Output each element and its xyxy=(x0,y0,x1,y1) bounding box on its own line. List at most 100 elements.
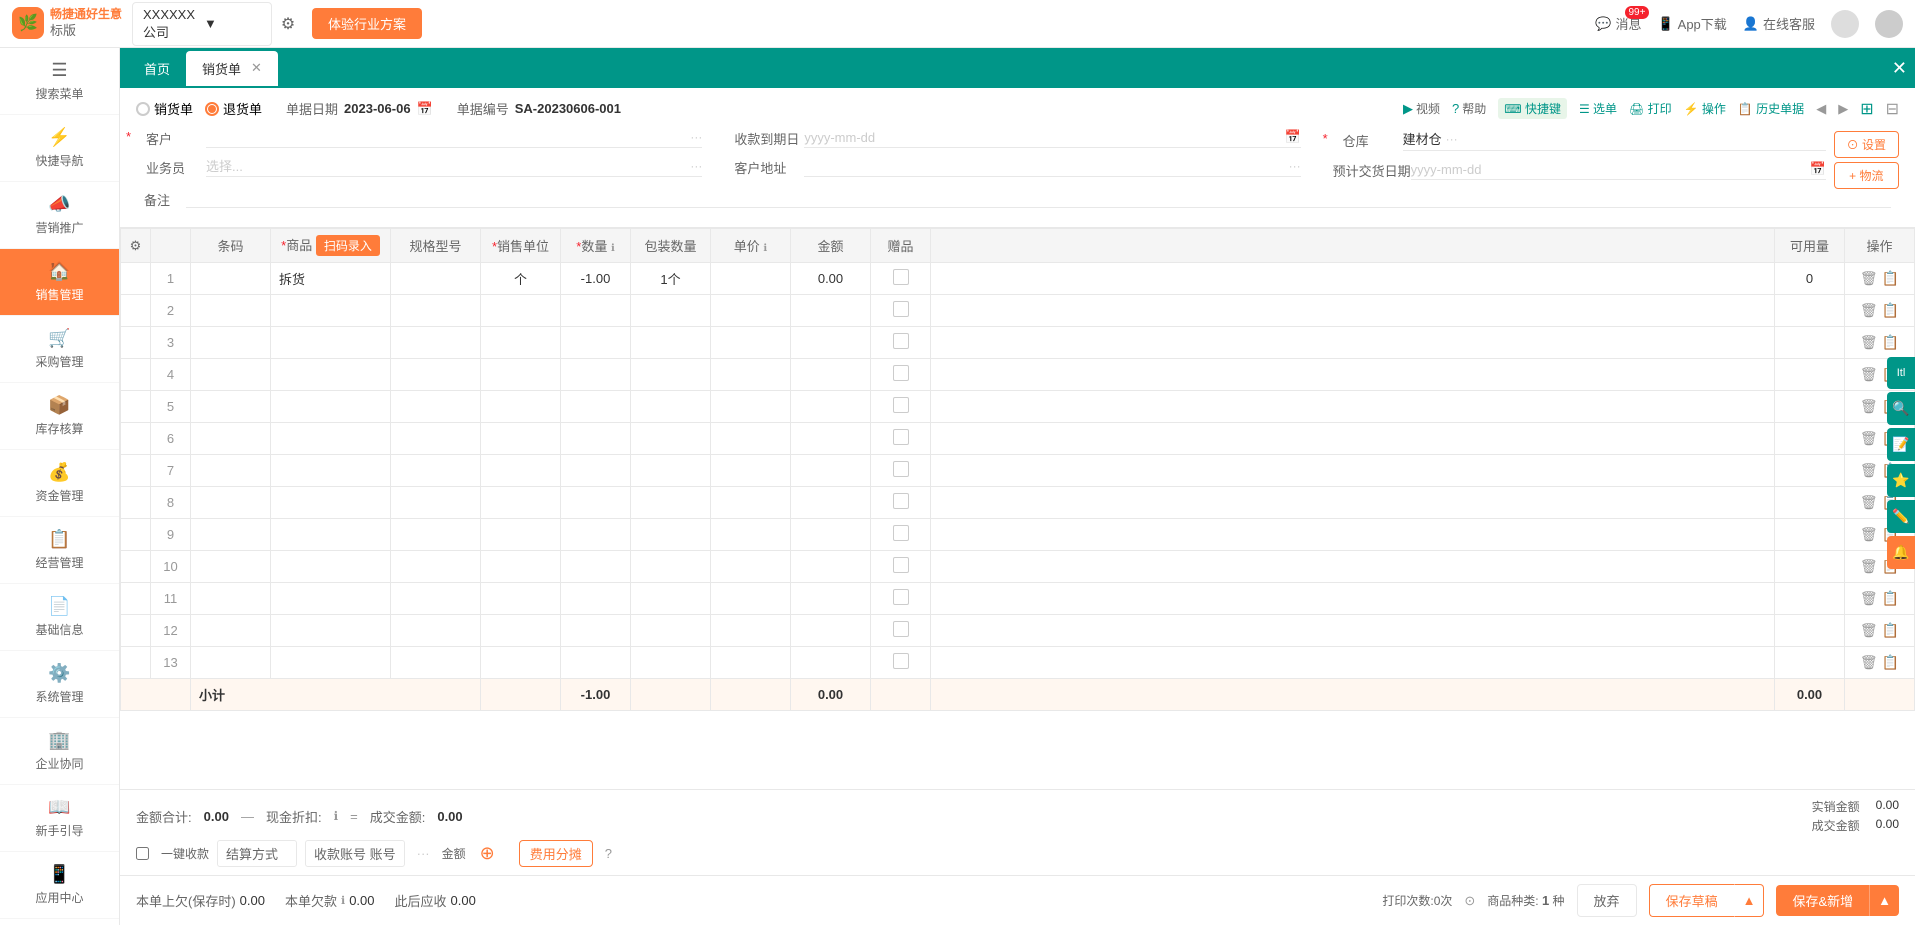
row-delete-8[interactable]: 🗑 xyxy=(1860,494,1878,511)
sidebar-item-purchase[interactable]: 🛒 采购管理 xyxy=(0,316,119,383)
expected-delivery-input[interactable] xyxy=(1411,162,1806,177)
sidebar-item-inventory[interactable]: 📦 库存核算 xyxy=(0,383,119,450)
salesperson-input[interactable] xyxy=(206,159,686,174)
gift-checkbox-4[interactable] xyxy=(893,365,909,381)
save-draft-dropdown[interactable]: ▲ xyxy=(1734,884,1765,917)
gift-checkbox-2[interactable] xyxy=(893,301,909,317)
right-panel-btn-2[interactable]: 🔍 xyxy=(1887,392,1915,425)
scan-button[interactable]: 扫码录入 xyxy=(316,235,380,256)
save-new-dropdown[interactable]: ▲ xyxy=(1869,885,1899,916)
right-panel-btn-3[interactable]: 📝 xyxy=(1887,428,1915,461)
save-draft-button[interactable]: 保存草稿 xyxy=(1649,884,1734,917)
row-copy-3[interactable]: 📋 xyxy=(1882,334,1899,351)
calendar-icon[interactable]: 📅 xyxy=(417,101,433,117)
sidebar-item-search[interactable]: ☰ 搜索菜单 xyxy=(0,48,119,115)
sidebar-item-wechat[interactable]: 💬 企业微信 xyxy=(0,919,119,925)
sidebar-item-finance[interactable]: 💰 资金管理 xyxy=(0,450,119,517)
customer-addr-input[interactable] xyxy=(804,159,1284,174)
row-delete-1[interactable]: 🗑 xyxy=(1860,270,1878,287)
gift-checkbox-1[interactable] xyxy=(893,269,909,285)
row-delete-2[interactable]: 🗑 xyxy=(1860,302,1878,319)
setting-button[interactable]: ⊙ 设置 xyxy=(1834,131,1899,158)
next-icon[interactable]: ▶ xyxy=(1838,101,1848,117)
row-delete-7[interactable]: 🗑 xyxy=(1860,462,1878,479)
online-service-button[interactable]: 👤 在线客服 xyxy=(1743,14,1815,33)
customer-input[interactable] xyxy=(206,130,686,145)
gift-checkbox-6[interactable] xyxy=(893,429,909,445)
abandon-button[interactable]: 放弃 xyxy=(1577,884,1637,917)
row-delete-6[interactable]: 🗑 xyxy=(1860,430,1878,447)
toolbar-shortcut[interactable]: ⌨ 快捷键 xyxy=(1498,98,1567,119)
toolbar-print[interactable]: 🖨 打印 xyxy=(1629,100,1672,117)
expense-help-icon[interactable]: ? xyxy=(605,846,612,861)
trial-button[interactable]: 体验行业方案 xyxy=(312,8,422,39)
gift-checkbox-3[interactable] xyxy=(893,333,909,349)
row-delete-13[interactable]: 🗑 xyxy=(1860,654,1878,671)
row-copy-12[interactable]: 📋 xyxy=(1882,622,1899,639)
sidebar-item-quick-nav[interactable]: ⚡ 快捷导航 xyxy=(0,115,119,182)
row-delete-5[interactable]: 🗑 xyxy=(1860,398,1878,415)
th-settings[interactable]: ⚙ xyxy=(121,229,151,263)
row-delete-10[interactable]: 🗑 xyxy=(1860,558,1878,575)
sidebar-item-marketing[interactable]: 📣 营销推广 xyxy=(0,182,119,249)
row-delete-3[interactable]: 🗑 xyxy=(1860,334,1878,351)
warehouse-dots[interactable]: ··· xyxy=(1446,132,1458,146)
right-panel-btn-4[interactable]: ⭐ xyxy=(1887,464,1915,497)
radio-return[interactable]: 退货单 xyxy=(205,99,262,118)
gift-checkbox-13[interactable] xyxy=(893,653,909,669)
customer-addr-dots[interactable]: ··· xyxy=(1289,159,1301,173)
prev-icon[interactable]: ◀ xyxy=(1816,101,1826,117)
settings-gear-button[interactable]: ⚙ xyxy=(272,8,304,40)
row-copy-13[interactable]: 📋 xyxy=(1882,654,1899,671)
add-payment-button[interactable]: ⊕ xyxy=(480,843,495,864)
salesperson-dots[interactable]: ··· xyxy=(690,159,702,173)
sidebar-item-sales[interactable]: 🏠 销售管理 xyxy=(0,249,119,316)
right-panel-btn-6[interactable]: 🔔 xyxy=(1887,536,1915,569)
tab-close-icon[interactable]: ✕ xyxy=(251,60,262,76)
gift-checkbox-8[interactable] xyxy=(893,493,909,509)
tab-sales-order[interactable]: 销货单 ✕ xyxy=(186,51,278,86)
row-delete-9[interactable]: 🗑 xyxy=(1860,526,1878,543)
toolbar-video[interactable]: ▶ 视频 xyxy=(1403,100,1440,117)
tab-home[interactable]: 首页 xyxy=(128,51,186,86)
row-delete-12[interactable]: 🗑 xyxy=(1860,622,1878,639)
payment-account-select[interactable]: 收款账号 账号 xyxy=(305,840,405,867)
list-view-icon[interactable]: ⊟ xyxy=(1886,99,1899,119)
cash-discount-help[interactable]: ℹ xyxy=(334,809,339,823)
due-date-input[interactable] xyxy=(804,130,1280,145)
sidebar-item-appcenter[interactable]: 📱 应用中心 xyxy=(0,852,119,919)
save-new-button[interactable]: 保存&新增 xyxy=(1776,885,1869,916)
avatar[interactable] xyxy=(1831,10,1859,38)
gift-checkbox-12[interactable] xyxy=(893,621,909,637)
app-download-button[interactable]: 📱 App下载 xyxy=(1657,14,1726,33)
right-panel-btn-5[interactable]: ✏️ xyxy=(1887,500,1915,533)
toolbar-help[interactable]: ? 帮助 xyxy=(1452,100,1486,117)
table-wrapper[interactable]: ⚙ 条码 *商品 扫码录入 规格型号 *销售单位 *数量 ℹ 包装数量 单价 xyxy=(120,228,1915,789)
gift-checkbox-11[interactable] xyxy=(893,589,909,605)
right-panel-btn-1[interactable]: Itl xyxy=(1887,357,1915,389)
owed-help-icon[interactable]: ℹ xyxy=(341,894,345,907)
gift-checkbox-9[interactable] xyxy=(893,525,909,541)
tab-close-all[interactable]: ✕ xyxy=(1892,58,1907,79)
grid-view-icon[interactable]: ⊞ xyxy=(1860,99,1873,119)
toolbar-operate[interactable]: ⚡ 操作 xyxy=(1684,100,1726,117)
row-delete-11[interactable]: 🗑 xyxy=(1860,590,1878,607)
row-copy-11[interactable]: 📋 xyxy=(1882,590,1899,607)
expected-delivery-calendar-icon[interactable]: 📅 xyxy=(1809,161,1825,177)
gift-checkbox-10[interactable] xyxy=(893,557,909,573)
radio-sales[interactable]: 销货单 xyxy=(136,99,193,118)
due-date-calendar-icon[interactable]: 📅 xyxy=(1284,129,1300,145)
expense-tab-button[interactable]: 费用分摊 xyxy=(519,840,593,867)
sidebar-item-enterprise[interactable]: 🏢 企业协同 xyxy=(0,718,119,785)
print-settings-icon[interactable]: ⊙ xyxy=(1464,893,1475,909)
one-click-pay-checkbox[interactable] xyxy=(136,847,149,860)
sidebar-item-guide[interactable]: 📖 新手引导 xyxy=(0,785,119,852)
row-copy-2[interactable]: 📋 xyxy=(1882,302,1899,319)
sidebar-item-basic[interactable]: 📄 基础信息 xyxy=(0,584,119,651)
company-select[interactable]: XXXXXX公司 ▼ xyxy=(132,2,272,46)
gift-checkbox-5[interactable] xyxy=(893,397,909,413)
sidebar-item-system[interactable]: ⚙️ 系统管理 xyxy=(0,651,119,718)
gift-checkbox-7[interactable] xyxy=(893,461,909,477)
row-delete-4[interactable]: 🗑 xyxy=(1860,366,1878,383)
logistics-button[interactable]: + 物流 xyxy=(1834,162,1899,189)
